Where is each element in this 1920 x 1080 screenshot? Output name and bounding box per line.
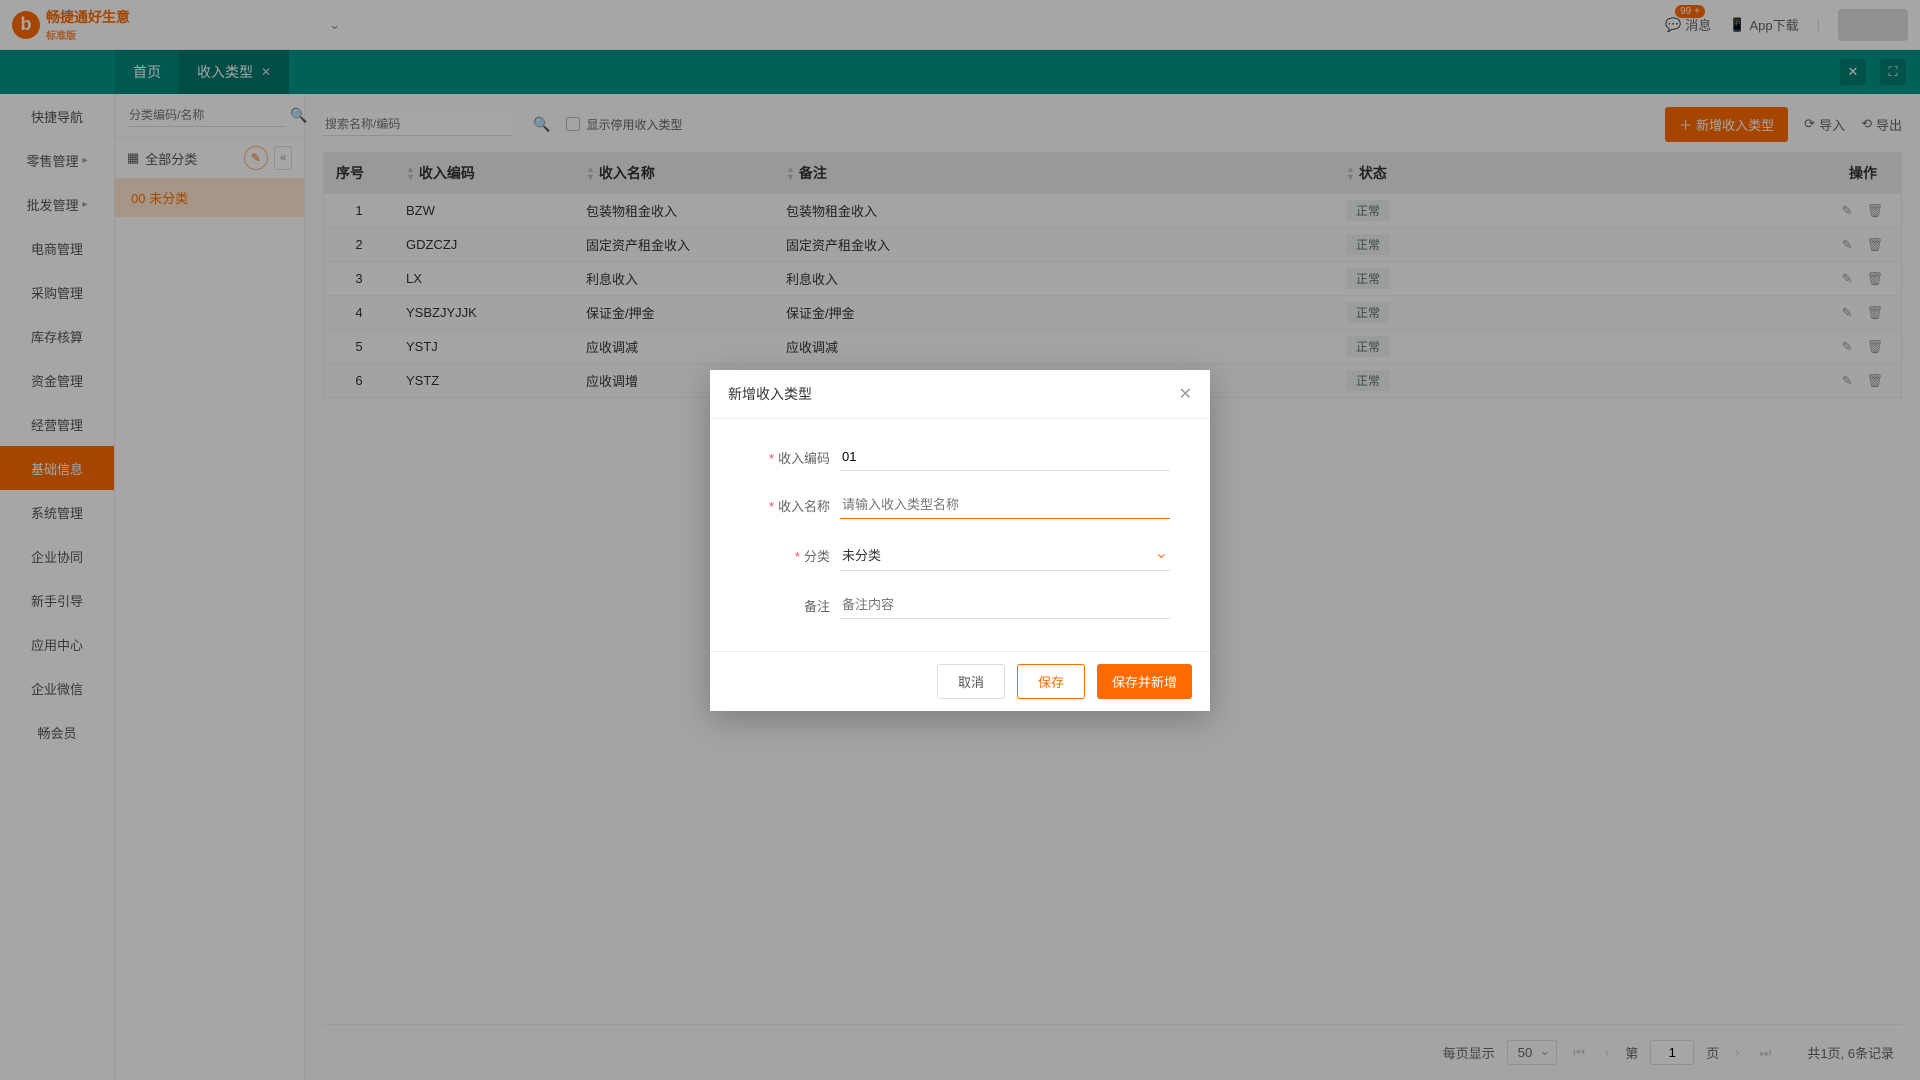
income-code-input[interactable] [840, 443, 1170, 471]
code-label: 收入编码 [750, 448, 840, 467]
dialog-body: 收入编码 收入名称 分类 未分类 备注 [710, 419, 1210, 651]
dialog-header: 新增收入类型 ✕ [710, 370, 1210, 419]
cancel-button[interactable]: 取消 [937, 664, 1005, 699]
income-name-input[interactable] [840, 491, 1170, 519]
name-label: 收入名称 [750, 496, 840, 515]
dialog-footer: 取消 保存 保存并新增 [710, 651, 1210, 711]
save-button[interactable]: 保存 [1017, 664, 1085, 699]
modal-overlay[interactable]: 新增收入类型 ✕ 收入编码 收入名称 分类 未分类 备注 取消 保存 [0, 0, 1920, 1080]
close-icon[interactable]: ✕ [1179, 384, 1192, 404]
category-select[interactable]: 未分类 [840, 539, 1170, 571]
category-label: 分类 [750, 546, 840, 565]
dialog-title: 新增收入类型 [728, 384, 812, 404]
add-income-type-dialog: 新增收入类型 ✕ 收入编码 收入名称 分类 未分类 备注 取消 保存 [710, 370, 1210, 711]
remark-label: 备注 [750, 596, 840, 615]
save-and-new-button[interactable]: 保存并新增 [1097, 664, 1192, 699]
remark-input[interactable] [840, 591, 1170, 619]
